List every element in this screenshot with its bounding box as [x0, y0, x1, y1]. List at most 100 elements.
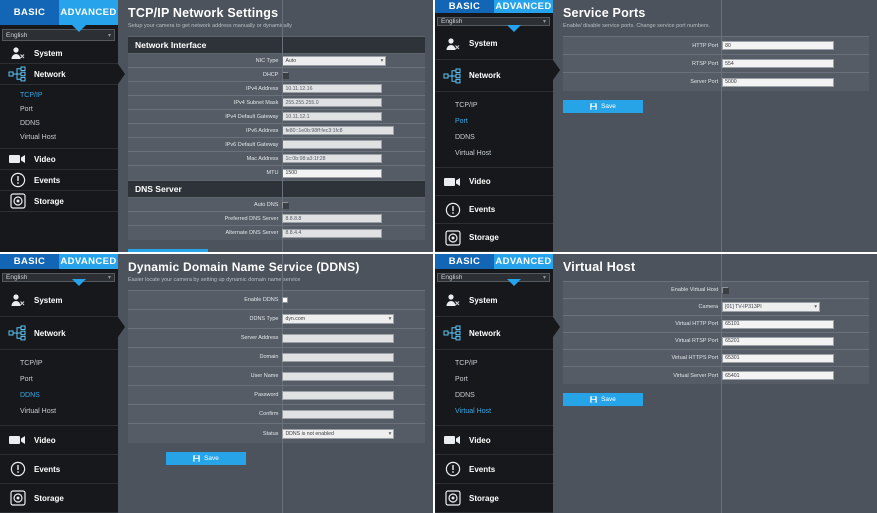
- sidebar-item-events[interactable]: Events: [435, 455, 553, 484]
- sidebar-item-ddns[interactable]: DDNS: [435, 387, 553, 403]
- camera-select[interactable]: [01] TV-IP313PI ▾: [722, 302, 821, 312]
- sidebar-subitem-label: TCP/IP: [455, 359, 478, 367]
- tab-basic[interactable]: BASIC: [435, 254, 494, 269]
- input-value: 65201: [725, 338, 740, 344]
- password-input[interactable]: [282, 390, 395, 400]
- mtu-input[interactable]: 1500: [282, 168, 383, 178]
- sidebar-item-video[interactable]: Video: [0, 149, 118, 170]
- sidebar-item-label: System: [34, 295, 63, 305]
- sidebar-item-port[interactable]: Port: [435, 371, 553, 387]
- ipv6-gateway-input[interactable]: [282, 140, 383, 149]
- tab-advanced[interactable]: ADVANCED: [59, 0, 118, 25]
- sidebar-item-storage[interactable]: Storage: [435, 484, 553, 513]
- sidebar-item-virtual-host[interactable]: Virtual Host: [0, 130, 118, 144]
- sidebar-item-system[interactable]: System: [435, 28, 553, 60]
- ipv6-address-input[interactable]: fe80::1e0b:98ff:fec3:1fc8: [282, 126, 395, 135]
- status-select[interactable]: DDNS is not enabled ▾: [282, 428, 395, 439]
- language-select[interactable]: English ▾: [437, 273, 550, 282]
- sidebar-item-ddns[interactable]: DDNS: [0, 387, 118, 403]
- domain-input[interactable]: [282, 352, 395, 362]
- language-select[interactable]: English ▾: [2, 29, 115, 41]
- network-icon: [7, 325, 29, 341]
- tab-advanced[interactable]: ADVANCED: [494, 254, 553, 269]
- save-button[interactable]: Save: [563, 393, 643, 406]
- user-name-input[interactable]: [282, 371, 395, 381]
- language-select[interactable]: English ▾: [437, 17, 550, 26]
- page-subtitle: Enable/ disable service ports. Change se…: [563, 23, 711, 29]
- tab-advanced-label: ADVANCED: [60, 256, 117, 267]
- mode-tabs: BASIC ADVANCED: [0, 0, 118, 32]
- auto-dns-checkbox[interactable]: [282, 201, 290, 209]
- sidebar-item-virtual-host[interactable]: Virtual Host: [0, 403, 118, 419]
- sidebar-item-tcpip[interactable]: TCP/IP: [435, 97, 553, 113]
- field-label: Virtual Server Port: [673, 372, 719, 379]
- sidebar-item-events[interactable]: Events: [0, 455, 118, 484]
- rtsp-port-input[interactable]: 554: [722, 59, 835, 68]
- nic-type-select[interactable]: Auto ▾: [282, 55, 387, 66]
- field-label: IPv4 Default Gateway: [225, 113, 279, 120]
- ipv4-subnet-mask-input[interactable]: 255.255.255.0: [282, 98, 383, 107]
- tab-advanced[interactable]: ADVANCED: [59, 254, 118, 269]
- sidebar-item-port[interactable]: Port: [0, 371, 118, 387]
- sidebar-item-network[interactable]: Network: [435, 60, 560, 92]
- mac-address-input[interactable]: 1c:0b:98:a3:1f:28: [282, 154, 383, 163]
- confirm-input[interactable]: [282, 409, 395, 419]
- ipv4-gateway-input[interactable]: 10.11.12.1: [282, 112, 383, 121]
- sidebar-item-virtual-host[interactable]: Virtual Host: [435, 145, 553, 161]
- sidebar-item-port[interactable]: Port: [435, 113, 553, 129]
- preferred-dns-input[interactable]: 8.8.8.8: [282, 214, 383, 223]
- sidebar-item-events[interactable]: Events: [0, 170, 118, 191]
- sidebar-item-system[interactable]: System: [0, 43, 118, 64]
- sidebar-item-ddns[interactable]: DDNS: [0, 116, 118, 130]
- sidebar-item-virtual-host[interactable]: Virtual Host: [435, 403, 553, 419]
- virtual-http-port-input[interactable]: 65101: [722, 319, 835, 329]
- alternate-dns-input[interactable]: 8.8.4.4: [282, 228, 383, 238]
- floppy-disk-icon: [193, 455, 200, 462]
- virtual-rtsp-port-input[interactable]: 65201: [722, 336, 835, 346]
- tab-basic[interactable]: BASIC: [435, 0, 494, 13]
- field-rtsp-port: RTSP Port 554: [563, 55, 869, 73]
- ipv4-address-input[interactable]: 10.11.12.16: [282, 84, 383, 93]
- sidebar-item-label: Events: [469, 464, 496, 474]
- virtual-https-port-input[interactable]: 65301: [722, 353, 835, 363]
- sidebar-item-video[interactable]: Video: [435, 426, 553, 455]
- field-ipv6-gateway: IPv6 Default Gateway: [128, 138, 425, 152]
- sidebar-item-events[interactable]: Events: [435, 196, 553, 224]
- sidebar-item-storage[interactable]: Storage: [0, 484, 118, 513]
- sidebar-item-video[interactable]: Video: [0, 426, 118, 455]
- sidebar-item-system[interactable]: System: [0, 284, 118, 317]
- save-button[interactable]: Save: [166, 452, 246, 465]
- sidebar-item-network[interactable]: Network: [435, 317, 560, 350]
- sidebar-item-system[interactable]: System: [435, 284, 553, 317]
- sidebar-item-tcpip[interactable]: TCP/IP: [435, 355, 553, 371]
- language-select[interactable]: English ▾: [2, 273, 115, 282]
- server-address-input[interactable]: [282, 333, 395, 343]
- save-button[interactable]: Save: [563, 100, 643, 113]
- server-port-input[interactable]: 5000: [722, 77, 835, 87]
- sidebar-item-storage[interactable]: Storage: [435, 224, 553, 252]
- sidebar-item-tcpip[interactable]: TCP/IP: [0, 355, 118, 371]
- sidebar-item-port[interactable]: Port: [0, 102, 118, 116]
- tab-basic[interactable]: BASIC: [0, 0, 59, 25]
- sidebar-item-storage[interactable]: Storage: [0, 191, 118, 212]
- input-value: fe80::1e0b:98ff:fec3:1fc8: [285, 127, 343, 134]
- sidebar-subitem-label: Virtual Host: [455, 407, 492, 415]
- sidebar-item-ddns[interactable]: DDNS: [435, 129, 553, 145]
- field-nic-type: NIC Type Auto ▾: [128, 54, 425, 68]
- sidebar-item-video[interactable]: Video: [435, 168, 553, 196]
- sidebar-tcpip: BASIC ADVANCED English ▾ System Network …: [0, 0, 125, 252]
- sidebar-item-tcpip[interactable]: TCP/IP: [0, 88, 118, 102]
- sidebar-item-network[interactable]: Network: [0, 317, 125, 350]
- tab-advanced[interactable]: ADVANCED: [494, 0, 553, 13]
- sidebar-item-network[interactable]: Network: [0, 64, 125, 85]
- ddns-type-select[interactable]: dyn.com ▾: [282, 314, 395, 324]
- virtual-server-port-input[interactable]: 65401: [722, 371, 835, 380]
- enable-virtual-host-checkbox[interactable]: [722, 287, 730, 294]
- http-port-input[interactable]: 80: [722, 41, 835, 50]
- tab-basic[interactable]: BASIC: [0, 254, 59, 269]
- chevron-down-icon: ▾: [388, 316, 392, 322]
- enable-ddns-checkbox[interactable]: [282, 297, 289, 303]
- system-icon: [7, 45, 29, 61]
- dhcp-checkbox[interactable]: [282, 71, 290, 79]
- chevron-down-icon: ▾: [107, 275, 111, 281]
